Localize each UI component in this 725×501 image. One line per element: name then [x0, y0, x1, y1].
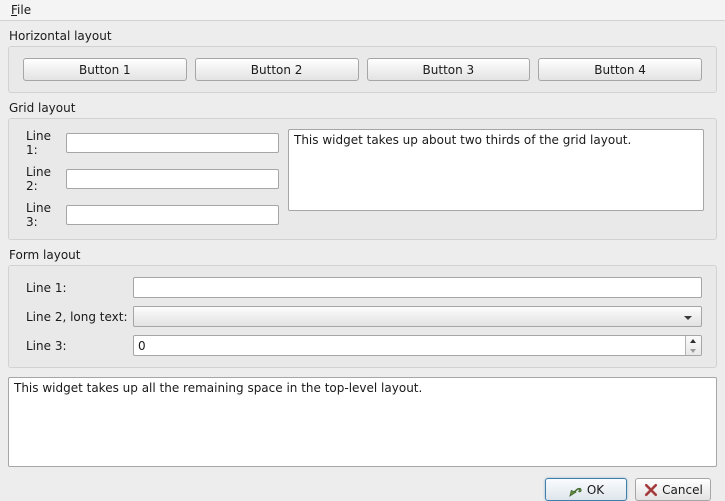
spinbox-down-button[interactable]	[686, 346, 701, 356]
chevron-down-icon	[684, 316, 692, 320]
form-line1-label: Line 1:	[26, 280, 67, 295]
ok-button[interactable]: OK	[545, 478, 627, 501]
form-line2-combobox[interactable]	[133, 306, 702, 327]
menu-bar: File	[0, 0, 725, 21]
spinbox-buttons	[685, 336, 701, 355]
cancel-button-label: Cancel	[662, 482, 703, 497]
form-line1-input[interactable]	[133, 277, 702, 298]
form-row-3: Line 3:	[26, 335, 702, 356]
groupbox-title-horizontal-layout: Horizontal layout	[9, 29, 112, 43]
groupbox-grid-layout: Line 1: Line 2: Line 3: This widget take…	[8, 118, 717, 240]
bottom-textedit[interactable]: This widget takes up all the remaining s…	[8, 377, 717, 467]
arrow-up-icon	[690, 339, 696, 343]
grid-row-2: Line 2:	[21, 165, 279, 193]
button-3[interactable]: Button 3	[366, 58, 531, 81]
grid-textedit[interactable]: This widget takes up about two thirds of…	[288, 129, 704, 211]
button-2[interactable]: Button 2	[194, 58, 359, 81]
dialog-button-row: OK Cancel	[0, 467, 725, 501]
form-line3-label: Line 3:	[26, 338, 67, 353]
arrow-down-icon	[690, 348, 696, 353]
ok-button-label: OK	[586, 482, 605, 497]
red-cross-icon	[645, 483, 658, 496]
dialog-content: Horizontal layout Button 1 Button 2 Butt…	[0, 29, 725, 467]
green-enter-arrow-icon	[569, 487, 582, 497]
grid-row-3: Line 3:	[21, 201, 279, 229]
grid-line2-label: Line 2:	[26, 165, 52, 193]
groupbox-title-form-layout: Form layout	[9, 248, 81, 262]
cancel-button[interactable]: Cancel	[635, 478, 711, 501]
form-line2-label: Line 2, long text:	[26, 309, 128, 324]
menu-item-file[interactable]: File	[4, 0, 38, 20]
grid-line1-input[interactable]	[66, 133, 279, 153]
groupbox-horizontal-layout: Button 1 Button 2 Button 3 Button 4	[8, 46, 717, 93]
button-1[interactable]: Button 1	[23, 58, 187, 81]
grid-line2-input[interactable]	[66, 169, 279, 189]
grid-row-1: Line 1:	[21, 129, 279, 157]
form-line3-spinbox-input[interactable]	[133, 335, 702, 356]
button-4[interactable]: Button 4	[538, 58, 702, 81]
spinbox-up-button[interactable]	[686, 336, 701, 346]
form-line3-spinbox	[133, 335, 702, 356]
form-row-2: Line 2, long text:	[26, 306, 702, 327]
grid-line3-label: Line 3:	[26, 201, 52, 229]
grid-line3-input[interactable]	[66, 205, 279, 225]
groupbox-title-grid-layout: Grid layout	[9, 101, 76, 115]
form-row-1: Line 1:	[26, 277, 702, 298]
grid-line1-label: Line 1:	[26, 129, 52, 157]
groupbox-form-layout: Line 1: Line 2, long text: Line 3:	[8, 265, 717, 368]
